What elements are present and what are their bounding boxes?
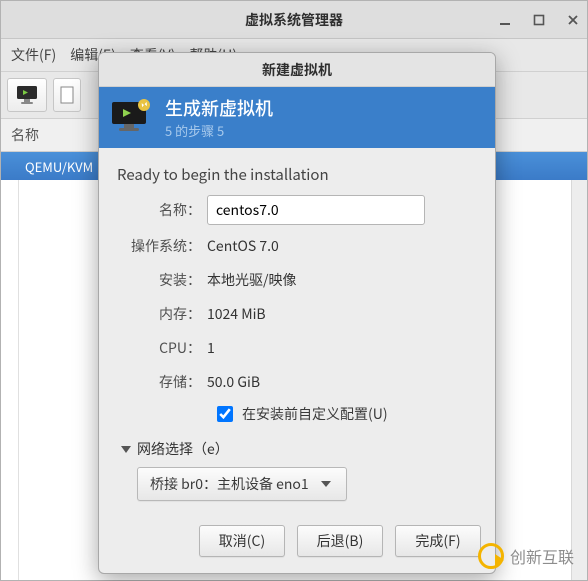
- cancel-button-label: 取消(C): [219, 531, 265, 551]
- window-title: 虚拟系统管理器: [245, 10, 343, 30]
- scrollbar[interactable]: [571, 180, 587, 580]
- new-vm-toolbar-button[interactable]: [7, 78, 47, 112]
- label-cpu: CPU：: [117, 338, 207, 358]
- network-combo-wrap: 桥接 br0：主机设备 eno1: [137, 467, 479, 501]
- row-cpu: CPU： 1: [117, 335, 479, 361]
- close-icon[interactable]: [565, 12, 581, 28]
- label-memory: 内存：: [117, 304, 207, 324]
- minimize-icon[interactable]: [497, 12, 513, 28]
- network-combo[interactable]: 桥接 br0：主机设备 eno1: [137, 467, 347, 501]
- connection-label: QEMU/KVM: [25, 157, 93, 176]
- watermark: 创新互联: [478, 543, 574, 569]
- dialog-title: 新建虚拟机: [99, 53, 495, 87]
- value-cpu: 1: [207, 338, 479, 358]
- titlebar: 虚拟系统管理器: [1, 1, 587, 39]
- customize-checkbox-row[interactable]: 在安装前自定义配置(U): [213, 403, 479, 425]
- finish-button[interactable]: 完成(F): [395, 525, 481, 557]
- customize-label: 在安装前自定义配置(U): [242, 404, 388, 424]
- new-vm-dialog: 新建虚拟机 生成新虚拟机 5 的步骤 5 Ready to begin the …: [98, 52, 496, 574]
- row-install: 安装： 本地光驱/映像: [117, 267, 479, 293]
- row-memory: 内存： 1024 MiB: [117, 301, 479, 327]
- value-install: 本地光驱/映像: [207, 270, 479, 290]
- window-controls: [497, 1, 581, 39]
- dialog-body: Ready to begin the installation 名称： 操作系统…: [99, 148, 495, 525]
- vm-name-input[interactable]: [207, 195, 425, 225]
- label-storage: 存储：: [117, 372, 207, 392]
- back-button[interactable]: 后退(B): [297, 525, 383, 557]
- caret-down-icon: [321, 479, 331, 489]
- row-os: 操作系统： CentOS 7.0: [117, 233, 479, 259]
- create-vm-icon: [109, 98, 153, 138]
- banner-title: 生成新虚拟机: [165, 95, 273, 121]
- banner-step: 5 的步骤 5: [165, 121, 273, 140]
- network-expander[interactable]: 网络选择（e）: [121, 439, 479, 459]
- watermark-logo-icon: [478, 543, 504, 569]
- monitor-icon: [15, 84, 39, 106]
- watermark-text: 创新互联: [510, 544, 574, 568]
- row-storage: 存储： 50.0 GiB: [117, 369, 479, 395]
- menu-file[interactable]: 文件(F): [11, 45, 56, 65]
- maximize-icon[interactable]: [531, 12, 547, 28]
- ready-label: Ready to begin the installation: [117, 164, 479, 185]
- finish-button-label: 完成(F): [415, 531, 460, 551]
- value-os: CentOS 7.0: [207, 236, 479, 256]
- label-os: 操作系统：: [117, 236, 207, 256]
- cancel-button[interactable]: 取消(C): [199, 525, 285, 557]
- dialog-actions: 取消(C) 后退(B) 完成(F): [99, 525, 495, 573]
- value-memory: 1024 MiB: [207, 304, 479, 324]
- banner-text: 生成新虚拟机 5 的步骤 5: [165, 95, 273, 140]
- row-name: 名称：: [117, 195, 479, 225]
- network-combo-value: 桥接 br0：主机设备 eno1: [150, 474, 309, 494]
- dialog-banner: 生成新虚拟机 5 的步骤 5: [99, 87, 495, 148]
- label-install: 安装：: [117, 270, 207, 290]
- back-button-label: 后退(B): [317, 531, 364, 551]
- network-expander-label: 网络选择（e）: [137, 439, 229, 459]
- label-name: 名称：: [117, 200, 207, 220]
- chevron-down-icon: [121, 444, 131, 454]
- customize-checkbox[interactable]: [217, 406, 233, 422]
- open-vm-toolbar-button[interactable]: [53, 78, 81, 112]
- tree-gutter: [1, 180, 19, 580]
- value-storage: 50.0 GiB: [207, 372, 479, 392]
- document-icon: [60, 86, 74, 104]
